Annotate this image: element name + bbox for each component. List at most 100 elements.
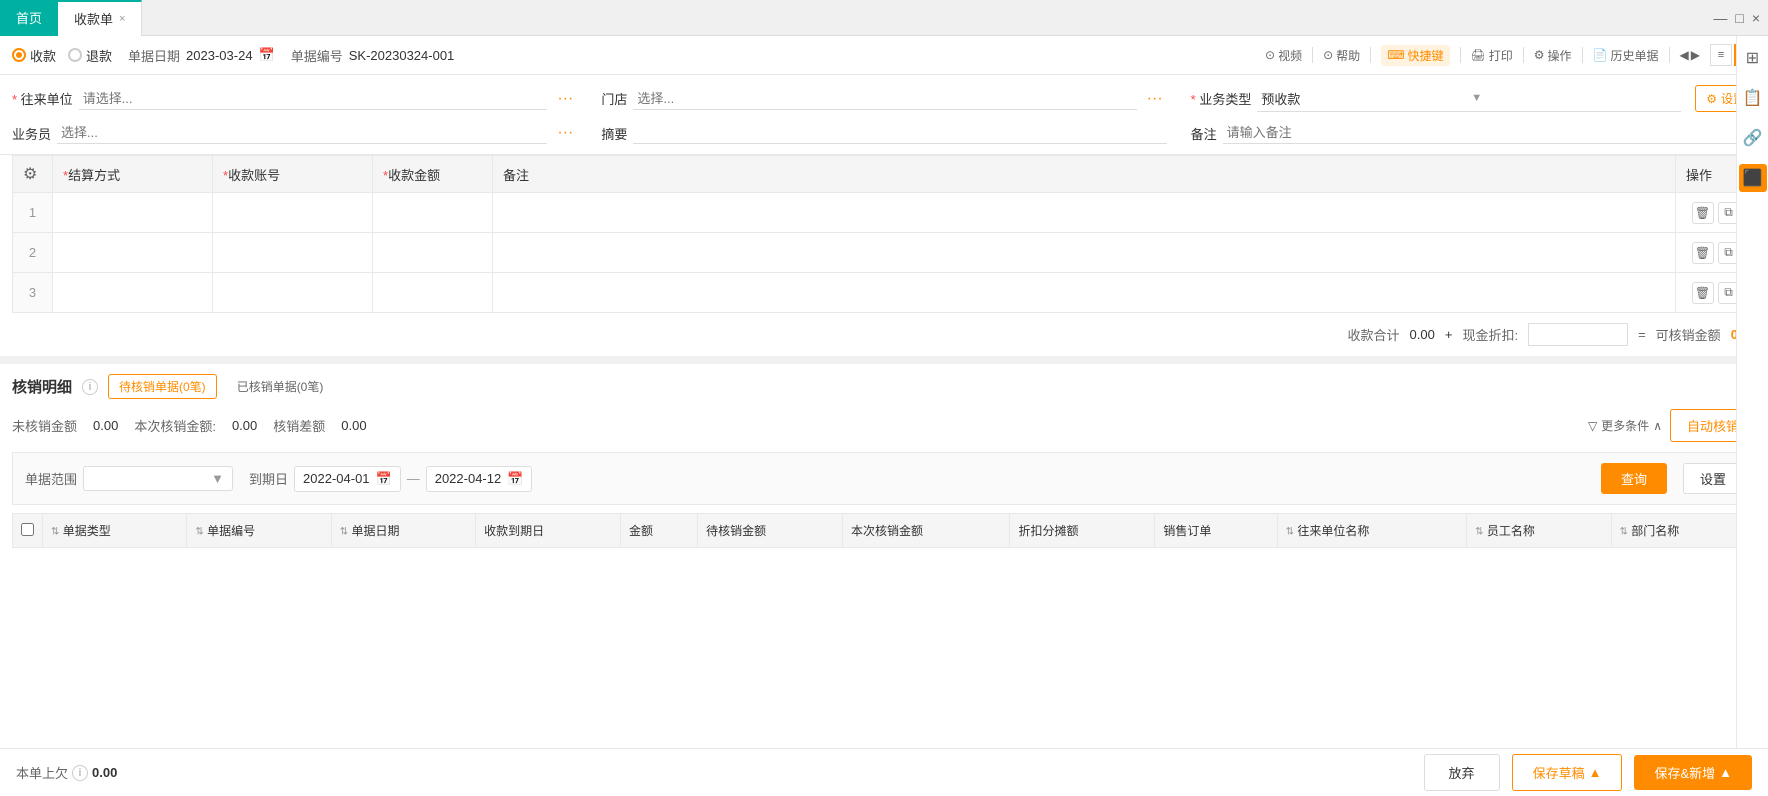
- tab-current[interactable]: 收款单 ×: [58, 0, 142, 36]
- history-btn[interactable]: 📄 历史单据: [1593, 47, 1659, 64]
- number-value: SK-20230324-001: [349, 48, 455, 63]
- select-all-checkbox[interactable]: [21, 523, 34, 536]
- more-conditions-btn[interactable]: ▽ 更多条件 ∧: [1588, 417, 1662, 434]
- row-2-account[interactable]: [213, 233, 373, 273]
- range-select[interactable]: ▼: [83, 466, 233, 491]
- bottom-total-value: 0.00: [92, 765, 117, 780]
- sort-icon: ⇅: [1475, 526, 1483, 537]
- date-from-input[interactable]: 2022-04-01 📅: [294, 466, 401, 492]
- counterparty-more-btn[interactable]: ···: [553, 90, 577, 108]
- calendar-from-icon[interactable]: 📅: [376, 471, 392, 487]
- plus-sign: +: [1445, 327, 1453, 342]
- table-row: 3 🗑 ⧉: [13, 273, 1756, 313]
- staff-more-btn[interactable]: ···: [553, 124, 577, 142]
- remark-input[interactable]: [1223, 122, 1756, 144]
- col-date: ⇅ 单据日期: [331, 514, 475, 548]
- due-date-label: 到期日: [249, 469, 288, 488]
- print-btn[interactable]: 🖨 打印: [1471, 47, 1513, 64]
- form-section: 往来单位 ··· 门店 ··· 业务类型 预收款 ▼ ⚙ 设置: [0, 75, 1768, 155]
- discount-input[interactable]: [1528, 323, 1628, 346]
- store-more-btn[interactable]: ···: [1143, 90, 1167, 108]
- discard-btn[interactable]: 放弃: [1424, 754, 1500, 791]
- date-from-value: 2022-04-01: [303, 471, 370, 486]
- filter-settings-btn[interactable]: 设置: [1683, 463, 1743, 494]
- row-2-remark[interactable]: [493, 233, 1676, 273]
- date-to-input[interactable]: 2022-04-12 📅: [426, 466, 533, 492]
- history-label: 历史单据: [1611, 47, 1659, 64]
- save-draft-arrow: ▲: [1589, 765, 1602, 780]
- video-btn[interactable]: ⊙ 视频: [1265, 47, 1302, 64]
- help-btn[interactable]: ⊙ 帮助: [1323, 47, 1360, 64]
- radio-receive[interactable]: 收款: [12, 46, 56, 65]
- row-1-settlement[interactable]: [53, 193, 213, 233]
- pending-tab[interactable]: 待核销单据(0笔): [108, 374, 217, 399]
- summary-label: 摘要: [601, 124, 627, 143]
- sort-icon: ⇅: [195, 526, 203, 537]
- filter-row: 单据范围 ▼ 到期日 2022-04-01 📅 — 2022-04-12 📅 查: [12, 452, 1756, 505]
- save-new-btn[interactable]: 保存&新增 ▲: [1634, 755, 1752, 790]
- equals-sign: =: [1638, 327, 1646, 342]
- row-1-amount[interactable]: [373, 193, 493, 233]
- sidebar-icon-1[interactable]: ⊞: [1739, 44, 1767, 72]
- divider-4: [1523, 47, 1524, 63]
- col-settings[interactable]: ⚙: [13, 156, 53, 193]
- table-gear-icon[interactable]: ⚙: [23, 166, 37, 183]
- layout-btn-list[interactable]: ≡: [1710, 44, 1732, 66]
- done-tab[interactable]: 已核销单据(0笔): [227, 375, 334, 398]
- row-1-delete-icon[interactable]: 🗑: [1692, 202, 1714, 224]
- date-field: 单据日期 2023-03-24 📅: [128, 46, 275, 65]
- diff-label: 核销差额: [273, 416, 325, 435]
- shortcut-label: 快捷键: [1408, 47, 1444, 64]
- radio-receive-dot: [12, 48, 26, 62]
- shortcut-btn[interactable]: ⌨ 快捷键: [1381, 45, 1449, 66]
- restore-btn[interactable]: □: [1735, 10, 1743, 26]
- sidebar-icon-3[interactable]: 🔗: [1739, 124, 1767, 152]
- row-1-remark[interactable]: [493, 193, 1676, 233]
- save-draft-label: 保存草稿: [1533, 763, 1585, 782]
- sidebar-icon-2[interactable]: 📋: [1739, 84, 1767, 112]
- row-3-remark[interactable]: [493, 273, 1676, 313]
- minimize-btn[interactable]: —: [1713, 10, 1727, 26]
- chevron-up-icon: ∧: [1653, 419, 1662, 433]
- summary-input[interactable]: [633, 122, 1166, 144]
- row-1-num: 1: [13, 193, 53, 233]
- business-type-select[interactable]: 预收款 ▼: [1257, 86, 1681, 112]
- row-3-delete-icon[interactable]: 🗑: [1692, 282, 1714, 304]
- total-value: 0.00: [1410, 327, 1435, 342]
- radio-receive-label: 收款: [30, 46, 56, 65]
- business-type-value: 预收款: [1261, 89, 1467, 108]
- nav-prev[interactable]: ◀: [1680, 48, 1689, 62]
- row-2-settlement[interactable]: [53, 233, 213, 273]
- tab-close-btn[interactable]: ×: [119, 13, 125, 25]
- tab-home[interactable]: 首页: [0, 0, 58, 36]
- row-2-delete-icon[interactable]: 🗑: [1692, 242, 1714, 264]
- save-draft-btn[interactable]: 保存草稿 ▲: [1512, 754, 1623, 791]
- counterparty-input[interactable]: [79, 88, 548, 110]
- bottom-info-icon[interactable]: i: [72, 765, 88, 781]
- sort-icon: ⇅: [51, 526, 59, 537]
- row-3-amount[interactable]: [373, 273, 493, 313]
- receipt-type-group: 收款 退款: [12, 46, 112, 65]
- row-2-amount[interactable]: [373, 233, 493, 273]
- staff-input[interactable]: [57, 122, 547, 144]
- shortcut-icon: ⌨: [1387, 48, 1404, 62]
- row-3-account[interactable]: [213, 273, 373, 313]
- nav-next[interactable]: ▶: [1691, 48, 1700, 62]
- calendar-to-icon[interactable]: 📅: [507, 471, 523, 487]
- recon-info-icon[interactable]: i: [82, 379, 98, 395]
- row-1-account[interactable]: [213, 193, 373, 233]
- net-label: 可核销金额: [1656, 325, 1721, 344]
- sidebar-icon-4[interactable]: ⬛: [1739, 164, 1767, 192]
- operation-btn[interactable]: ⚙ 操作: [1534, 47, 1572, 64]
- print-icon: 🖨: [1471, 48, 1486, 62]
- close-btn[interactable]: ×: [1752, 10, 1760, 26]
- query-btn[interactable]: 查询: [1601, 463, 1667, 494]
- col-pending: 待核销金额: [698, 514, 843, 548]
- form-row-2: 业务员 ··· 摘要 备注: [12, 122, 1756, 144]
- col-due-date: 收款到期日: [476, 514, 621, 548]
- row-3-settlement[interactable]: [53, 273, 213, 313]
- radio-refund[interactable]: 退款: [68, 46, 112, 65]
- calendar-icon[interactable]: 📅: [259, 47, 275, 63]
- store-input[interactable]: [633, 88, 1136, 110]
- divider-2: [1370, 47, 1371, 63]
